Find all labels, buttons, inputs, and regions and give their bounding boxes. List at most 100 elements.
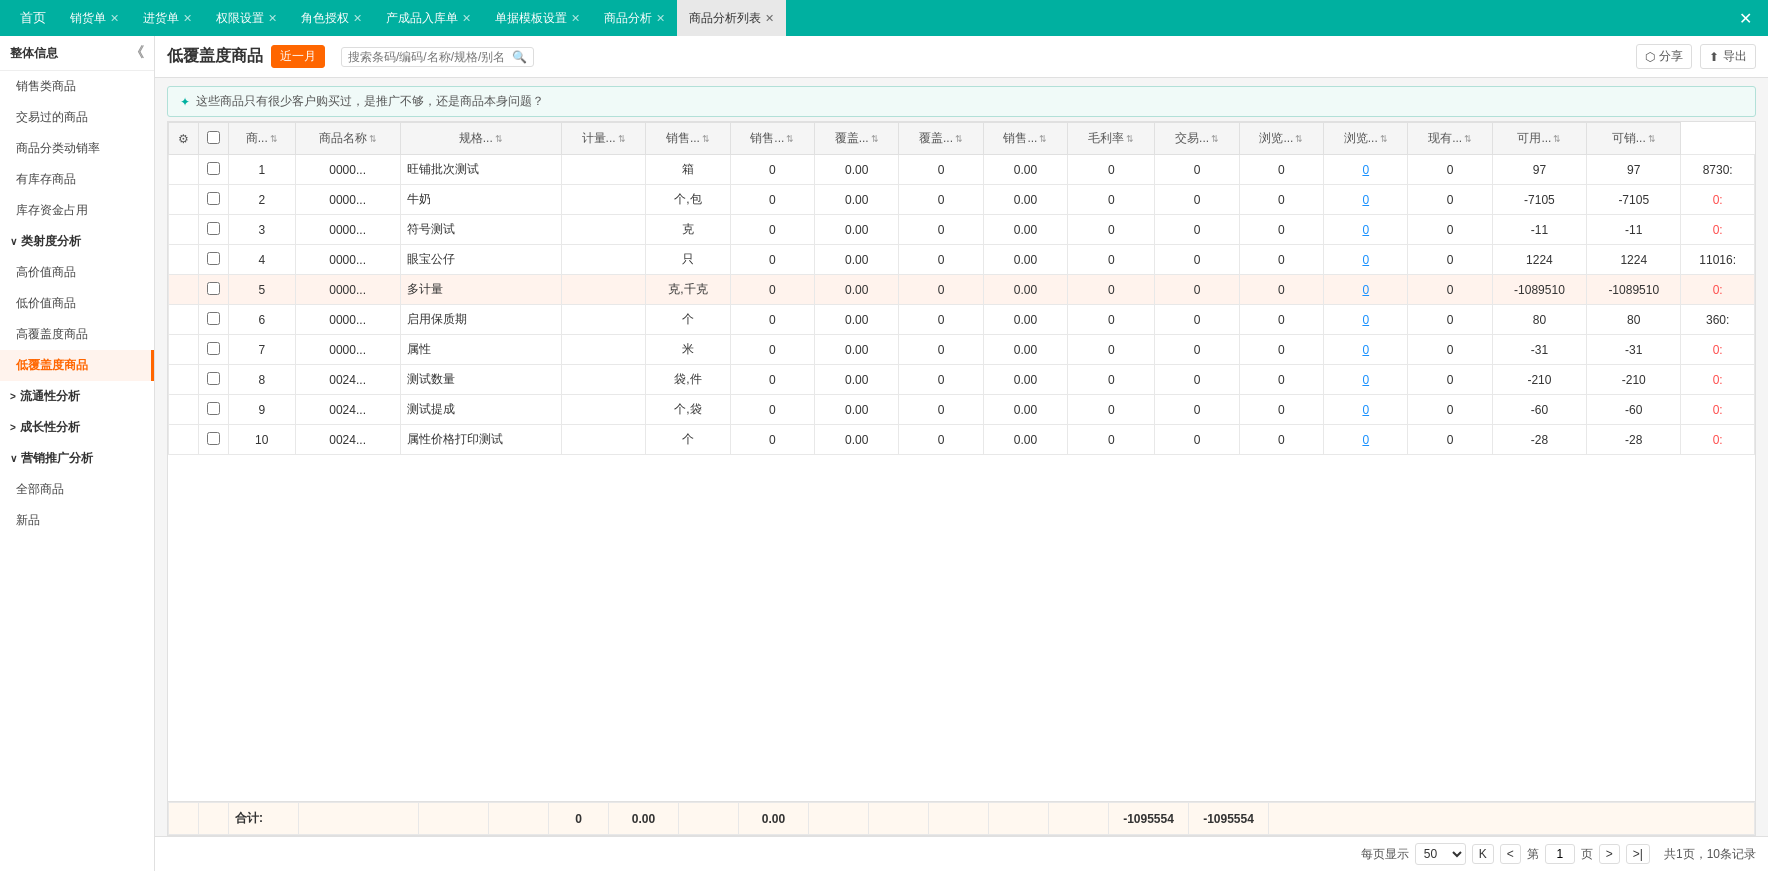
first-page-btn[interactable]: K: [1472, 844, 1494, 864]
last-page-btn[interactable]: >|: [1626, 844, 1650, 864]
sidebar-item-low-coverage[interactable]: 低覆盖度商品: [0, 350, 154, 381]
sidebar-item-category-rate[interactable]: 商品分类动销率: [0, 133, 154, 164]
nav-analysis[interactable]: 商品分析 ✕: [592, 0, 677, 36]
share-btn[interactable]: ⬡ 分享: [1636, 44, 1692, 69]
nav-close-warehouse[interactable]: ✕: [462, 12, 471, 25]
page-size-select[interactable]: 50 100 200: [1415, 843, 1466, 865]
cell-browse1[interactable]: 0: [1324, 185, 1408, 215]
col-available[interactable]: 可用...⇅: [1492, 123, 1586, 155]
col-cover2[interactable]: 覆盖...⇅: [899, 123, 983, 155]
col-sales-amt[interactable]: 销售...⇅: [730, 123, 814, 155]
sidebar-item-sales-goods[interactable]: 销售类商品: [0, 71, 154, 102]
col-code[interactable]: 商...⇅: [229, 123, 296, 155]
nav-close-analysis-list[interactable]: ✕: [765, 12, 774, 25]
nav-sales[interactable]: 销货单 ✕: [58, 0, 131, 36]
cell-browse1[interactable]: 0: [1324, 215, 1408, 245]
sidebar-item-low-value[interactable]: 低价值商品: [0, 288, 154, 319]
col-gross-rate[interactable]: 毛利率⇅: [1068, 123, 1155, 155]
cell-browse1[interactable]: 0: [1324, 335, 1408, 365]
col-unit[interactable]: 计量...⇅: [561, 123, 645, 155]
col-current-stock[interactable]: 现有...⇅: [1408, 123, 1492, 155]
sidebar-item-traded-goods[interactable]: 交易过的商品: [0, 102, 154, 133]
cell-checkbox[interactable]: [199, 365, 229, 395]
nav-purchase[interactable]: 进货单 ✕: [131, 0, 204, 36]
cell-checkbox[interactable]: [199, 185, 229, 215]
col-saleable[interactable]: 可销...⇅: [1587, 123, 1681, 155]
sidebar-item-stock-capital[interactable]: 库存资金占用: [0, 195, 154, 226]
cell-checkbox[interactable]: [199, 425, 229, 455]
row-checkbox[interactable]: [207, 162, 220, 175]
cell-trade: 0: [1239, 425, 1323, 455]
col-sales-qty[interactable]: 销售...⇅: [646, 123, 730, 155]
sidebar-section-marketing[interactable]: ∨ 营销推广分析: [0, 443, 154, 474]
totals-current-stock: -1095554: [1109, 803, 1189, 835]
row-checkbox[interactable]: [207, 342, 220, 355]
nav-roles[interactable]: 角色授权 ✕: [289, 0, 374, 36]
cell-browse1[interactable]: 0: [1324, 365, 1408, 395]
sidebar-item-all-goods[interactable]: 全部商品: [0, 474, 154, 505]
col-browse2[interactable]: 浏览...⇅: [1324, 123, 1408, 155]
sidebar-item-new-goods[interactable]: 新品: [0, 505, 154, 536]
export-btn[interactable]: ⬆ 导出: [1700, 44, 1756, 69]
nav-close-sales[interactable]: ✕: [110, 12, 119, 25]
nav-close-analysis[interactable]: ✕: [656, 12, 665, 25]
col-checkbox[interactable]: [199, 123, 229, 155]
cell-browse1[interactable]: 0: [1324, 155, 1408, 185]
nav-home[interactable]: 首页: [8, 0, 58, 36]
nav-close-roles[interactable]: ✕: [353, 12, 362, 25]
filter-recent-btn[interactable]: 近一月: [271, 45, 325, 68]
cell-checkbox[interactable]: [199, 245, 229, 275]
cell-settings: [169, 335, 199, 365]
row-checkbox[interactable]: [207, 222, 220, 235]
cell-checkbox[interactable]: [199, 275, 229, 305]
col-spec[interactable]: 规格...⇅: [400, 123, 561, 155]
cell-checkbox[interactable]: [199, 305, 229, 335]
nav-close-template[interactable]: ✕: [571, 12, 580, 25]
cell-checkbox[interactable]: [199, 155, 229, 185]
col-cover1[interactable]: 覆盖...⇅: [815, 123, 899, 155]
sidebar-item-high-coverage[interactable]: 高覆盖度商品: [0, 319, 154, 350]
next-page-btn[interactable]: >: [1599, 844, 1620, 864]
nav-close-purchase[interactable]: ✕: [183, 12, 192, 25]
col-trade[interactable]: 交易...⇅: [1155, 123, 1239, 155]
search-icon[interactable]: 🔍: [512, 50, 527, 64]
cell-checkbox[interactable]: [199, 395, 229, 425]
select-all-checkbox[interactable]: [207, 131, 220, 144]
nav-close-permissions[interactable]: ✕: [268, 12, 277, 25]
col-browse1[interactable]: 浏览...⇅: [1239, 123, 1323, 155]
col-sales3[interactable]: 销售...⇅: [983, 123, 1067, 155]
row-checkbox[interactable]: [207, 252, 220, 265]
cell-browse1[interactable]: 0: [1324, 305, 1408, 335]
row-checkbox[interactable]: [207, 282, 220, 295]
cell-checkbox[interactable]: [199, 335, 229, 365]
cell-browse1[interactable]: 0: [1324, 425, 1408, 455]
nav-warehouse[interactable]: 产成品入库单 ✕: [374, 0, 483, 36]
cell-sales-amt: 0.00: [815, 395, 899, 425]
nav-template[interactable]: 单据模板设置 ✕: [483, 0, 592, 36]
sidebar-section-growth[interactable]: > 成长性分析: [0, 412, 154, 443]
row-checkbox[interactable]: [207, 192, 220, 205]
col-settings[interactable]: ⚙: [169, 123, 199, 155]
sidebar-section-flow[interactable]: > 流通性分析: [0, 381, 154, 412]
sidebar-item-high-value[interactable]: 高价值商品: [0, 257, 154, 288]
sidebar-section-class-analysis[interactable]: ∨ 类射度分析: [0, 226, 154, 257]
cell-checkbox[interactable]: [199, 215, 229, 245]
row-checkbox[interactable]: [207, 372, 220, 385]
row-checkbox[interactable]: [207, 432, 220, 445]
sidebar-collapse-btn[interactable]: 《: [130, 44, 144, 62]
cell-cover1: 0: [899, 155, 983, 185]
cell-browse1[interactable]: 0: [1324, 275, 1408, 305]
row-checkbox[interactable]: [207, 402, 220, 415]
window-close-button[interactable]: ✕: [1731, 9, 1760, 28]
page-number-input[interactable]: [1545, 844, 1575, 864]
row-checkbox[interactable]: [207, 312, 220, 325]
prev-page-btn[interactable]: <: [1500, 844, 1521, 864]
cell-browse1[interactable]: 0: [1324, 395, 1408, 425]
col-name[interactable]: 商品名称⇅: [295, 123, 400, 155]
cell-unit: 米: [646, 335, 730, 365]
nav-analysis-list[interactable]: 商品分析列表 ✕: [677, 0, 786, 36]
nav-permissions[interactable]: 权限设置 ✕: [204, 0, 289, 36]
cell-browse1[interactable]: 0: [1324, 245, 1408, 275]
sidebar-item-stocked-goods[interactable]: 有库存商品: [0, 164, 154, 195]
search-input[interactable]: [348, 50, 508, 64]
